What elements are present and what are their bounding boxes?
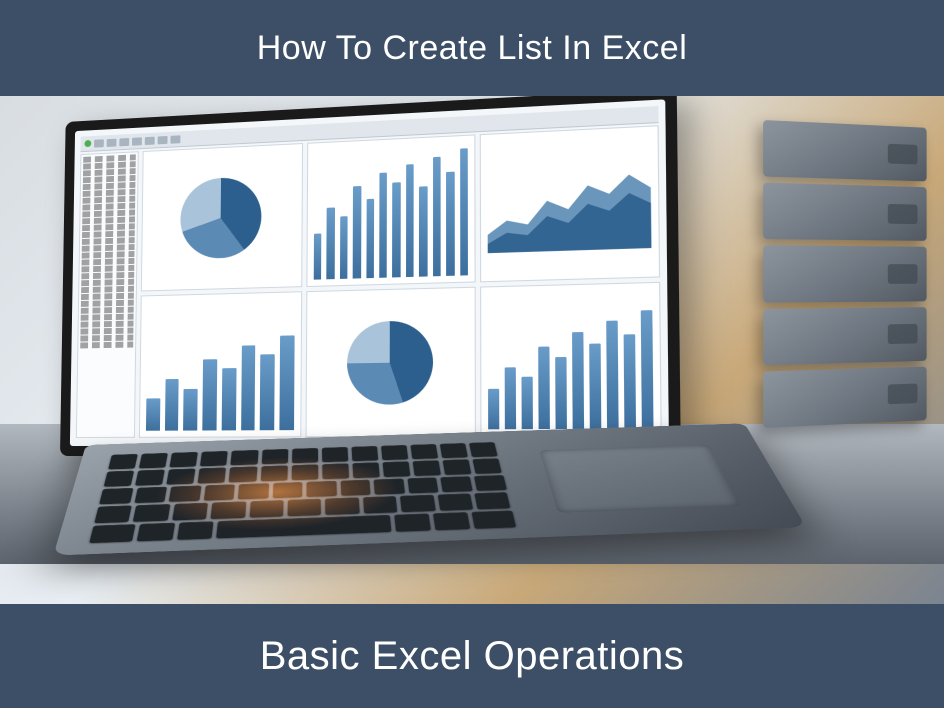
background-boxes-stack [763, 120, 927, 428]
toolbar-button-icon [94, 139, 104, 147]
area-chart-panel [480, 125, 660, 282]
toolbar-button-icon [119, 137, 129, 145]
pie-chart-icon [180, 176, 262, 259]
bar-chart-icon [146, 299, 295, 431]
laptop-keyboard [53, 423, 806, 555]
storage-box [763, 246, 927, 303]
bar-chart-panel [480, 282, 661, 437]
laptop-screen [70, 99, 669, 446]
pie-chart-panel [305, 287, 476, 438]
dashboard-grid [76, 123, 662, 438]
bar-chart-panel [139, 291, 302, 438]
toolbar-dot-icon [84, 140, 91, 147]
area-chart-icon [488, 133, 652, 275]
bar-chart-icon [313, 142, 468, 280]
footer-title: Basic Excel Operations [260, 634, 685, 679]
storage-box [763, 183, 927, 241]
header-title: How To Create List In Excel [257, 29, 688, 68]
header-banner: How To Create List In Excel [0, 0, 944, 96]
storage-box [763, 366, 927, 428]
laptop-trackpad [539, 445, 741, 513]
hero-image [0, 96, 944, 604]
bar-chart-panel [306, 134, 476, 287]
toolbar-button-icon [132, 137, 142, 145]
data-column [76, 151, 139, 438]
pie-chart-panel [141, 143, 303, 291]
toolbar-button-icon [107, 138, 117, 146]
laptop [60, 116, 780, 596]
toolbar-button-icon [170, 135, 180, 143]
storage-box [763, 307, 927, 365]
pie-chart-icon [347, 320, 433, 405]
bar-chart-icon [488, 290, 653, 430]
footer-banner: Basic Excel Operations [0, 604, 944, 708]
laptop-screen-frame [60, 96, 681, 456]
toolbar-button-icon [145, 136, 155, 144]
storage-box [763, 120, 927, 182]
keyboard-keys [89, 442, 515, 543]
toolbar-button-icon [158, 135, 168, 143]
